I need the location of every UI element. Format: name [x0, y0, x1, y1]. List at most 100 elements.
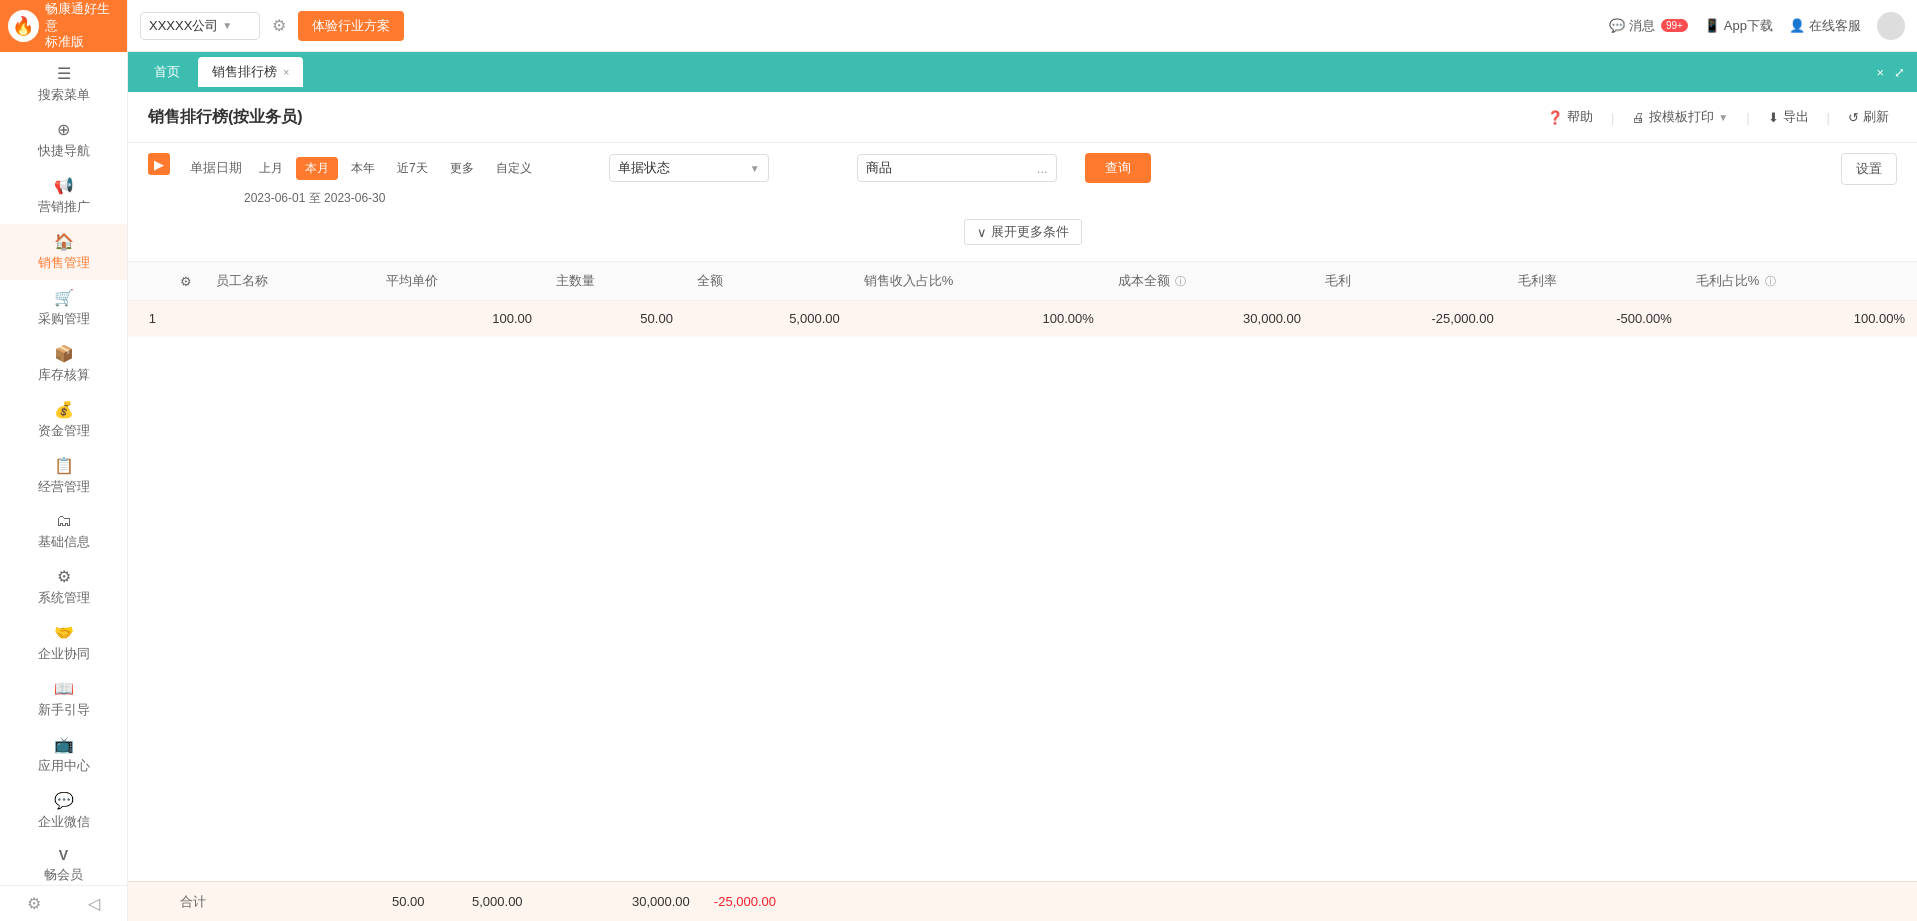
help-button[interactable]: ❓ 帮助 [1539, 104, 1601, 130]
sidebar-settings-btn[interactable]: ⚙ [27, 894, 41, 913]
user-avatar[interactable] [1877, 12, 1905, 40]
main-area: XXXXX公司 ▼ ⚙ 体验行业方案 💬 消息 99+ 📱 App下载 👤 在线… [128, 0, 1917, 921]
sidebar-item-enterprise-wechat[interactable]: 💬 企业微信 [0, 783, 127, 839]
basic-info-icon: 🗂 [56, 512, 72, 530]
col-gross-rate: 毛利率 [1506, 262, 1684, 301]
print-button[interactable]: 🖨 按模板打印 ▼ [1624, 104, 1736, 130]
date-btn-more[interactable]: 更多 [441, 157, 483, 180]
enterprise-wechat-icon: 💬 [54, 791, 74, 810]
top-header: XXXXX公司 ▼ ⚙ 体验行业方案 💬 消息 99+ 📱 App下载 👤 在线… [128, 0, 1917, 52]
cell-gross-rate: -500.00% [1506, 301, 1684, 337]
marketing-icon: 📢 [54, 176, 74, 195]
col-main-qty: 主数量 [544, 262, 685, 301]
footer-amount: 5,000.00 [460, 894, 540, 909]
set-button[interactable]: 设置 [1841, 153, 1897, 185]
tab-sales-ranking[interactable]: 销售排行榜 × [198, 57, 303, 87]
col-gross-pct: 毛利占比% ⓘ [1684, 262, 1917, 301]
col-employee-name: 员工名称 [204, 262, 374, 301]
company-selector[interactable]: XXXXX公司 ▼ [140, 12, 260, 40]
sidebar-item-search-orders[interactable]: ☰ 搜索菜单 [0, 56, 127, 112]
sidebar-collapse-btn[interactable]: ◁ [88, 894, 100, 913]
footer-gross: -25,000.00 [702, 894, 788, 909]
sidebar-item-newbie-guide[interactable]: 📖 新手引导 [0, 671, 127, 727]
sidebar-item-app-center[interactable]: 📺 应用中心 [0, 727, 127, 783]
company-chevron-icon: ▼ [222, 20, 232, 31]
newbie-guide-icon: 📖 [54, 679, 74, 698]
tab-bar: 首页 销售排行榜 × × ⤢ [128, 52, 1917, 92]
vip-icon: V [59, 847, 68, 863]
header-settings-icon[interactable]: ⚙ [272, 16, 286, 35]
sidebar-bottom: ⚙ ◁ [0, 885, 127, 921]
status-label: 单据状态 [618, 159, 670, 177]
logo-icon: 🔥 [8, 10, 39, 42]
cell-amount: 5,000.00 [685, 301, 852, 337]
tab-controls: × ⤢ [1876, 65, 1905, 80]
sidebar-item-marketing[interactable]: 📢 营销推广 [0, 168, 127, 224]
col-settings[interactable]: ⚙ [168, 262, 204, 301]
table-container: ⚙ 员工名称 平均单价 主数量 全额 销售收入占比% 成本全额 ⓘ 毛利 毛利率 [128, 262, 1917, 881]
expand-row: ∨ 展开更多条件 [148, 213, 1897, 251]
refresh-icon: ↺ [1848, 110, 1859, 125]
purchase-mgmt-icon: 🛒 [54, 288, 74, 307]
tab-close-icon[interactable]: × [283, 66, 289, 78]
query-button[interactable]: 查询 [1085, 153, 1151, 183]
window-close-icon[interactable]: × [1876, 65, 1884, 80]
sidebar-item-quick-nav[interactable]: ⊕ 快捷导航 [0, 112, 127, 168]
tab-home[interactable]: 首页 [140, 55, 194, 89]
quick-nav-icon: ⊕ [57, 120, 70, 139]
message-group[interactable]: 💬 消息 99+ [1609, 17, 1688, 35]
print-chevron-icon: ▼ [1718, 112, 1728, 123]
export-button[interactable]: ⬇ 导出 [1760, 104, 1817, 130]
date-btn-this-month[interactable]: 本月 [296, 157, 338, 180]
date-btn-7days[interactable]: 近7天 [388, 157, 437, 180]
sidebar-item-operations[interactable]: 📋 经营管理 [0, 448, 127, 504]
sidebar-nav: ☰ 搜索菜单 ⊕ 快捷导航 📢 营销推广 🏠 销售管理 🛒 采购管理 📦 库存核… [0, 52, 127, 885]
header-right: 💬 消息 99+ 📱 App下载 👤 在线客服 [1609, 12, 1905, 40]
sidebar-item-purchase-mgmt[interactable]: 🛒 采购管理 [0, 280, 127, 336]
date-range-buttons: 上月 本月 本年 近7天 更多 自定义 [250, 157, 541, 180]
col-rank [128, 262, 168, 301]
trial-button[interactable]: 体验行业方案 [298, 11, 404, 41]
sales-mgmt-icon: 🏠 [54, 232, 74, 251]
data-table: ⚙ 员工名称 平均单价 主数量 全额 销售收入占比% 成本全额 ⓘ 毛利 毛利率 [128, 262, 1917, 337]
goods-filter[interactable]: 商品 ... [857, 154, 1057, 182]
cell-gross-pct: 100.00% [1684, 301, 1917, 337]
app-center-icon: 📺 [54, 735, 74, 754]
status-filter[interactable]: 单据状态 ▼ [609, 154, 769, 182]
online-service-group[interactable]: 👤 在线客服 [1789, 17, 1861, 35]
app-download-group[interactable]: 📱 App下载 [1704, 17, 1773, 35]
sidebar-item-vip[interactable]: V 畅会员 [0, 839, 127, 885]
sidebar-item-sales-mgmt[interactable]: 🏠 销售管理 [0, 224, 127, 280]
cell-cost-amount: 30,000.00 [1106, 301, 1313, 337]
message-badge: 99+ [1661, 19, 1688, 32]
col-gross: 毛利 [1313, 262, 1506, 301]
page-title: 销售排行榜(按业务员) [148, 107, 303, 128]
footer-values: 50.00 5,000.00 30,000.00 -25,000.00 [300, 894, 1905, 909]
date-btn-this-year[interactable]: 本年 [342, 157, 384, 180]
message-icon: 💬 [1609, 18, 1625, 33]
enterprise-collab-icon: 🤝 [54, 623, 74, 642]
sidebar-item-basic-info[interactable]: 🗂 基础信息 [0, 504, 127, 559]
sidebar-item-inventory[interactable]: 📦 库存核算 [0, 336, 127, 392]
sidebar-item-enterprise-collab[interactable]: 🤝 企业协同 [0, 615, 127, 671]
cell-rank: 1 [128, 301, 168, 337]
page-actions: ❓ 帮助 | 🖨 按模板打印 ▼ | ⬇ 导出 | ↺ 刷新 [1539, 104, 1897, 130]
cost-amount-info-icon[interactable]: ⓘ [1175, 275, 1186, 287]
sidebar-item-finance[interactable]: 💰 资金管理 [0, 392, 127, 448]
date-range-display: 2023-06-01 至 2023-06-30 [244, 190, 1151, 207]
logo-text: 畅康通好生意 标准版 [45, 1, 119, 52]
logo: 🔥 畅康通好生意 标准版 [0, 0, 127, 52]
expand-more-btn[interactable]: ∨ 展开更多条件 [964, 219, 1082, 245]
col-amount: 全额 [685, 262, 852, 301]
date-btn-custom[interactable]: 自定义 [487, 157, 541, 180]
finance-icon: 💰 [54, 400, 74, 419]
date-btn-last-month[interactable]: 上月 [250, 157, 292, 180]
gross-pct-info-icon[interactable]: ⓘ [1765, 275, 1776, 287]
refresh-button[interactable]: ↺ 刷新 [1840, 104, 1897, 130]
sidebar-item-system-mgmt[interactable]: ⚙ 系统管理 [0, 559, 127, 615]
status-chevron-icon: ▼ [750, 163, 760, 174]
sidebar: 🔥 畅康通好生意 标准版 ☰ 搜索菜单 ⊕ 快捷导航 📢 营销推广 🏠 销售管理… [0, 0, 128, 921]
cell-sales-pct: 100.00% [852, 301, 1106, 337]
filter-toggle-btn[interactable]: ▶ [148, 153, 170, 175]
window-maximize-icon[interactable]: ⤢ [1894, 65, 1905, 80]
